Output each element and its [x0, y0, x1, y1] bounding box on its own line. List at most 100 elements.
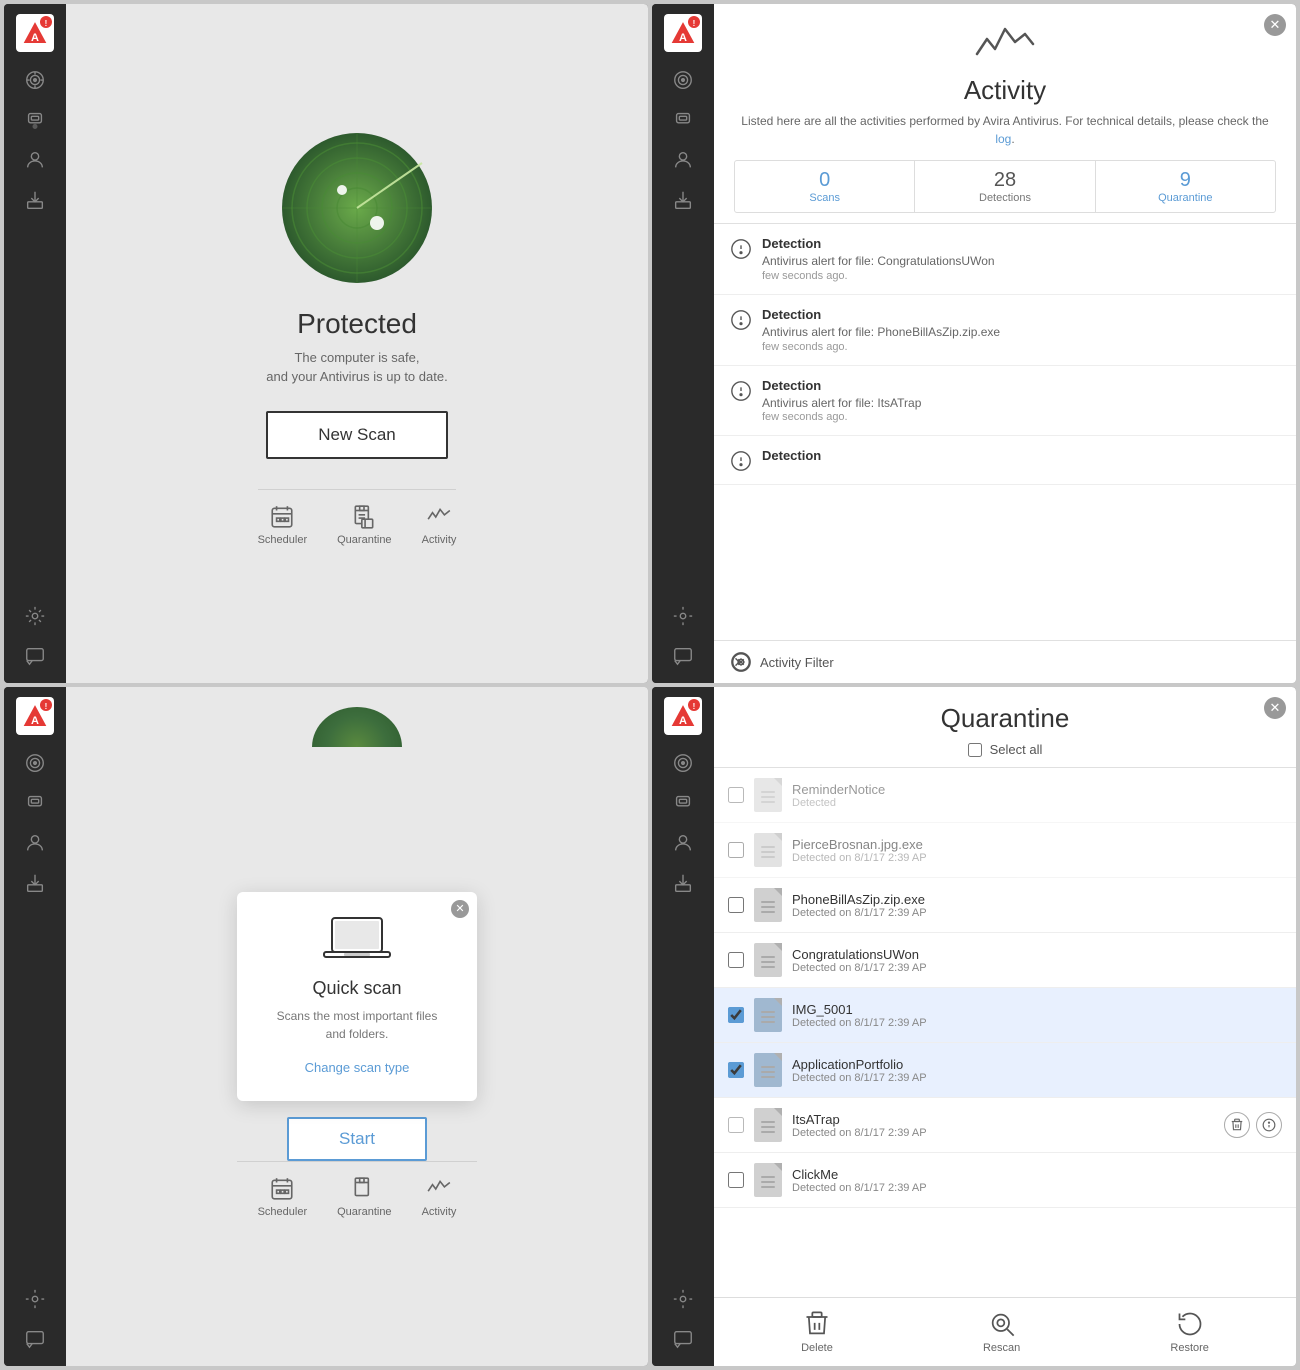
- q-file-icon-3: [754, 888, 782, 922]
- q-filename-4: CongratulationsUWon: [792, 947, 1282, 962]
- sidebar-scan-icon[interactable]: [18, 63, 52, 97]
- q-filename-1: ReminderNotice: [792, 782, 1282, 797]
- sidebar-3-chat-icon[interactable]: [18, 1322, 52, 1356]
- stat-detections[interactable]: 28 Detections: [915, 161, 1095, 212]
- activity-title: Activity: [964, 75, 1046, 106]
- sidebar-4-shield-icon[interactable]: [666, 786, 700, 820]
- nav-activity-3[interactable]: Activity: [422, 1176, 457, 1218]
- start-scan-button[interactable]: Start: [287, 1117, 427, 1161]
- sidebar-settings-icon[interactable]: [18, 599, 52, 633]
- stat-quarantine-number: 9: [1100, 169, 1271, 192]
- quarantine-item-5: IMG_5001 Detected on 8/1/17 2:39 AP: [714, 988, 1296, 1043]
- protected-content: Protected The computer is safe, and your…: [238, 4, 477, 683]
- sidebar-4-scan-icon[interactable]: [666, 746, 700, 780]
- q-date-8: Detected on 8/1/17 2:39 AP: [792, 1182, 1282, 1194]
- quarantine-close-button[interactable]: ✕: [1264, 697, 1286, 719]
- sidebar-3-user-icon[interactable]: [18, 826, 52, 860]
- q-date-5: Detected on 8/1/17 2:39 AP: [792, 1017, 1282, 1029]
- activity-item-1-content: Detection Antivirus alert for file: Cong…: [762, 236, 1280, 282]
- bottom-nav-3: Scheduler Quarantine Activity: [237, 1161, 477, 1232]
- radar-strip: [66, 687, 648, 747]
- quarantine-restore-button[interactable]: Restore: [1170, 1310, 1209, 1354]
- nav-activity[interactable]: Activity: [422, 504, 457, 546]
- activity-item-2: Detection Antivirus alert for file: Phon…: [714, 295, 1296, 366]
- avira-logo-4: A !: [664, 697, 702, 740]
- sidebar-4-download-icon[interactable]: [666, 866, 700, 900]
- activity-item-3-desc: Antivirus alert for file: ItsATrap: [762, 395, 1280, 412]
- log-link[interactable]: log: [995, 132, 1011, 146]
- q-file-icon-8: [754, 1163, 782, 1197]
- quarantine-rescan-label: Rescan: [983, 1342, 1020, 1354]
- nav-scheduler-3[interactable]: Scheduler: [258, 1176, 308, 1218]
- nav-scheduler[interactable]: Scheduler: [258, 504, 308, 546]
- q-info-btn-7[interactable]: [1256, 1112, 1282, 1138]
- radar-animation: [277, 128, 437, 288]
- activity-item-2-time: few seconds ago.: [762, 341, 1280, 353]
- sidebar-2-settings-icon[interactable]: [666, 599, 700, 633]
- q-checkbox-7[interactable]: [728, 1117, 744, 1133]
- q-checkbox-3[interactable]: [728, 897, 744, 913]
- sidebar-3-shield-icon[interactable]: [18, 786, 52, 820]
- sidebar-2-shield-icon[interactable]: [666, 103, 700, 137]
- status-title: Protected: [297, 308, 417, 340]
- q-checkbox-4[interactable]: [728, 952, 744, 968]
- avira-logo: A !: [16, 14, 54, 57]
- quarantine-rescan-button[interactable]: Rescan: [983, 1310, 1020, 1354]
- nav-quarantine[interactable]: Quarantine: [337, 504, 391, 546]
- panel-activity: A !: [652, 4, 1296, 683]
- sidebar-3-settings-icon[interactable]: [18, 1282, 52, 1316]
- sidebar-chat-icon[interactable]: [18, 639, 52, 673]
- activity-item-2-desc: Antivirus alert for file: PhoneBillAsZip…: [762, 324, 1280, 341]
- quarantine-delete-button[interactable]: Delete: [801, 1310, 833, 1354]
- status-subtitle: The computer is safe, and your Antivirus…: [266, 348, 447, 387]
- q-date-3: Detected on 8/1/17 2:39 AP: [792, 907, 1282, 919]
- nav-quarantine-3[interactable]: Quarantine: [337, 1176, 391, 1218]
- q-info-2: PierceBrosnan.jpg.exe Detected on 8/1/17…: [792, 837, 1282, 864]
- stat-scans[interactable]: 0 Scans: [735, 161, 915, 212]
- sidebar-2-scan-icon[interactable]: [666, 63, 700, 97]
- nav-activity-3-label: Activity: [422, 1206, 457, 1218]
- q-checkbox-5[interactable]: [728, 1007, 744, 1023]
- sidebar-download-icon[interactable]: [18, 183, 52, 217]
- quick-scan-main: ✕ Quick scan Scans the most important fi…: [66, 687, 648, 1366]
- quick-scan-dialog: ✕ Quick scan Scans the most important fi…: [237, 892, 477, 1101]
- sidebar-profile-icon[interactable]: [18, 143, 52, 177]
- activity-description: Listed here are all the activities perfo…: [734, 112, 1276, 148]
- q-checkbox-1[interactable]: [728, 787, 744, 803]
- change-scan-link[interactable]: Change scan type: [305, 1060, 410, 1075]
- q-delete-btn-7[interactable]: [1224, 1112, 1250, 1138]
- sidebar-3-download-icon[interactable]: [18, 866, 52, 900]
- stat-quarantine[interactable]: 9 Quarantine: [1096, 161, 1275, 212]
- q-date-6: Detected on 8/1/17 2:39 AP: [792, 1072, 1282, 1084]
- select-all-checkbox[interactable]: [968, 743, 982, 757]
- select-all-label: Select all: [990, 742, 1043, 757]
- sidebar-shield-icon[interactable]: [18, 103, 52, 137]
- quarantine-item-2: PierceBrosnan.jpg.exe Detected on 8/1/17…: [714, 823, 1296, 878]
- q-info-5: IMG_5001 Detected on 8/1/17 2:39 AP: [792, 1002, 1282, 1029]
- svg-text:A: A: [679, 715, 687, 727]
- nav-activity-label: Activity: [422, 534, 457, 546]
- q-date-2: Detected on 8/1/17 2:39 AP: [792, 852, 1282, 864]
- dialog-close-button[interactable]: ✕: [451, 900, 469, 918]
- sidebar-2-user-icon[interactable]: [666, 143, 700, 177]
- q-filename-3: PhoneBillAsZip.zip.exe: [792, 892, 1282, 907]
- q-checkbox-6[interactable]: [728, 1062, 744, 1078]
- new-scan-button[interactable]: New Scan: [266, 411, 447, 459]
- svg-text:!: !: [693, 19, 696, 28]
- sidebar-3-scan-icon[interactable]: [18, 746, 52, 780]
- q-file-icon-4: [754, 943, 782, 977]
- sidebar-4-user-icon[interactable]: [666, 826, 700, 860]
- q-filename-8: ClickMe: [792, 1167, 1282, 1182]
- q-checkbox-2[interactable]: [728, 842, 744, 858]
- select-all-row: Select all: [968, 742, 1043, 757]
- sidebar-4-chat-icon[interactable]: [666, 1322, 700, 1356]
- sidebar-2-download-icon[interactable]: [666, 183, 700, 217]
- quick-scan-title: Quick scan: [267, 978, 447, 999]
- sidebar-4-settings-icon[interactable]: [666, 1282, 700, 1316]
- activity-close-button[interactable]: ✕: [1264, 14, 1286, 36]
- activity-filter-bar[interactable]: Activity Filter: [714, 640, 1296, 683]
- q-checkbox-8[interactable]: [728, 1172, 744, 1188]
- sidebar-2-chat-icon[interactable]: [666, 639, 700, 673]
- q-filename-5: IMG_5001: [792, 1002, 1282, 1017]
- svg-text:!: !: [693, 702, 696, 711]
